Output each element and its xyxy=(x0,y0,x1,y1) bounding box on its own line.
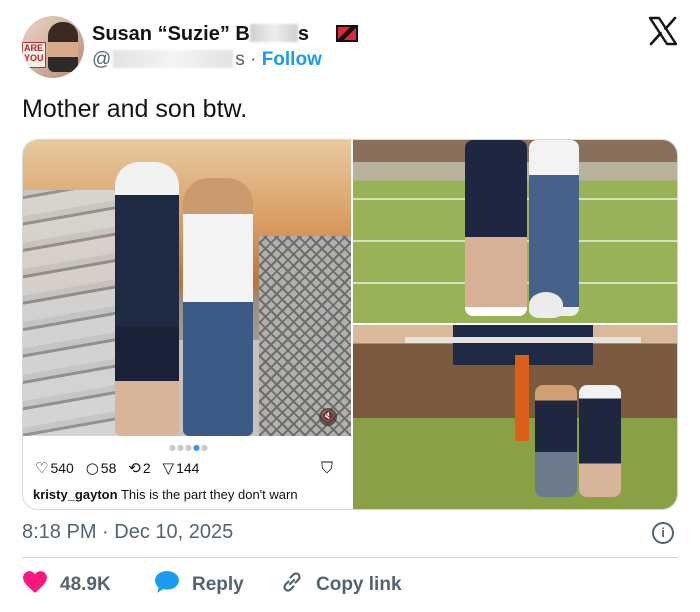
ig-comments[interactable]: ○ 58 xyxy=(86,458,117,478)
ig-caption: kristy_gayton This is the part they don'… xyxy=(33,486,298,503)
copy-link-button[interactable]: Copy link xyxy=(280,570,402,599)
son-figure xyxy=(579,385,621,497)
caption-username: kristy_gayton xyxy=(33,487,118,502)
tweet-time: 8:18 PM xyxy=(22,521,97,543)
son-figure xyxy=(465,140,527,316)
link-icon xyxy=(283,572,301,592)
tweet-timestamp[interactable]: 8:18 PM · Dec 10, 2025 xyxy=(22,520,233,544)
copy-link-label: Copy link xyxy=(316,574,402,595)
avatar-person-image xyxy=(48,22,78,72)
reply-bubble-icon xyxy=(155,571,179,593)
instagram-stats-row: ♡ 540 ○ 58 ⟲ 2 ▽ 144 xyxy=(35,458,207,478)
like-button[interactable]: 48.9K xyxy=(22,570,111,599)
avatar-sign-image: ARE YOU xyxy=(22,42,46,68)
ig-reposts-count: 2 xyxy=(142,460,151,476)
handle-at: @ xyxy=(92,49,112,70)
author-name[interactable]: Susan “Suzie” B s xyxy=(92,22,309,46)
like-count: 48.9K xyxy=(60,574,111,595)
mute-icon[interactable]: 🔇 xyxy=(319,408,337,426)
tweet-text: Mother and son btw. xyxy=(22,95,248,123)
handle-suffix: s xyxy=(235,49,245,70)
tweet-media[interactable]: 🔇 ●●●●● ♡ 540 ○ 58 ⟲ 2 ▽ 144 ⛉ kristy_gayton… xyxy=(22,139,678,510)
son-figure xyxy=(115,162,179,436)
caption-text: This is the part they don't warn xyxy=(120,487,298,502)
author-name-prefix: Susan “Suzie” B xyxy=(92,23,250,45)
ig-shares[interactable]: ▽ 144 xyxy=(163,458,200,478)
mother-figure xyxy=(535,385,577,497)
helmet-shape xyxy=(529,292,563,318)
timestamp-separator: · xyxy=(102,521,109,543)
redacted-name-blur xyxy=(249,24,298,42)
ig-reposts[interactable]: ⟲ 2 xyxy=(128,458,150,478)
tweet-date: Dec 10, 2025 xyxy=(114,521,234,543)
handle-separator: · xyxy=(250,49,257,70)
repost-icon: ⟲ xyxy=(128,459,141,477)
reply-label: Reply xyxy=(192,574,244,595)
comment-icon: ○ xyxy=(85,459,99,477)
flag-icon xyxy=(336,25,358,42)
instagram-post-image[interactable]: 🔇 ●●●●● ♡ 540 ○ 58 ⟲ 2 ▽ 144 ⛉ kristy_gayton… xyxy=(23,140,351,509)
ig-likes[interactable]: ♡ 540 xyxy=(35,458,74,478)
info-icon[interactable]: i xyxy=(652,522,674,544)
mother-figure xyxy=(183,178,253,436)
follow-button[interactable]: Follow xyxy=(262,49,322,70)
divider xyxy=(22,557,678,558)
bookmark-icon[interactable]: ⛉ xyxy=(321,458,333,478)
photo-field-standing[interactable] xyxy=(353,140,677,323)
ig-likes-count: 540 xyxy=(50,460,74,476)
carousel-dots: ●●●●● xyxy=(169,443,209,452)
avatar[interactable]: ARE YOU xyxy=(22,16,84,78)
fence-shape xyxy=(259,236,351,436)
goalpost-shape xyxy=(515,355,529,441)
ig-shares-count: 144 xyxy=(176,460,200,476)
heart-icon xyxy=(23,571,47,593)
send-icon: ▽ xyxy=(162,459,175,477)
author-name-suffix: s xyxy=(297,23,309,45)
ig-comments-count: 58 xyxy=(100,460,117,476)
author-handle-row: @ s · Follow xyxy=(92,49,322,71)
goalpost-crossbar xyxy=(405,337,641,343)
mother-figure xyxy=(529,140,579,316)
photo-field-walking[interactable] xyxy=(353,325,677,509)
heart-outline-icon: ♡ xyxy=(35,459,49,477)
x-logo-icon[interactable] xyxy=(648,16,678,46)
reply-button[interactable]: Reply xyxy=(154,570,244,599)
photo-mother-son-bleachers: 🔇 xyxy=(23,140,351,436)
redacted-handle-blur xyxy=(113,50,234,68)
tweet-card: ARE YOU Susan “Suzie” B s @ s · Follow Moth… xyxy=(0,0,700,612)
